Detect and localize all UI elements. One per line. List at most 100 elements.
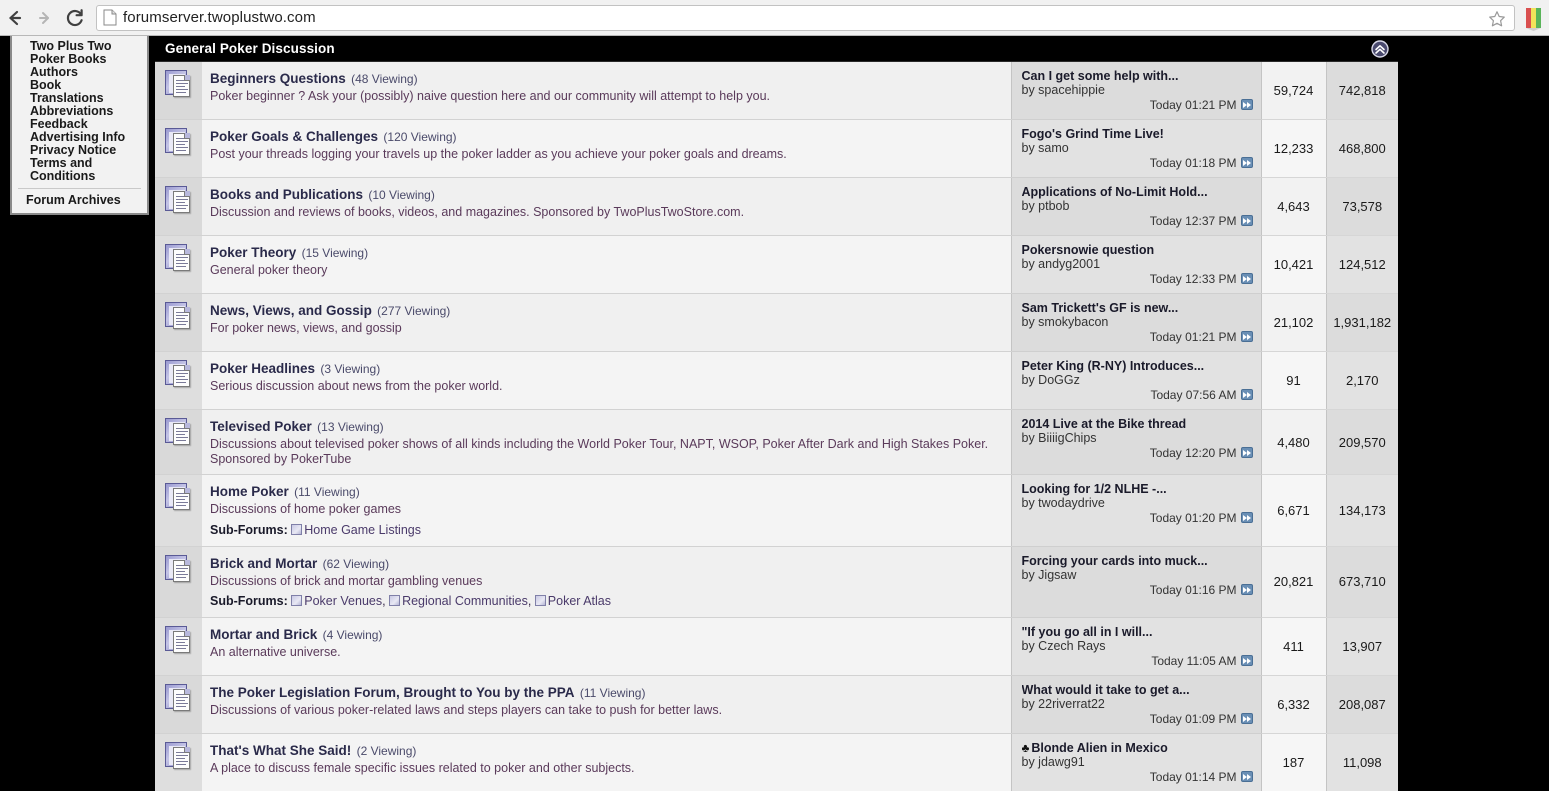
forum-row[interactable]: Mortar and Brick (4 Viewing) An alternati… [155, 617, 1398, 676]
threads-count-cell: 411 [1260, 617, 1326, 676]
posts-count-cell: 124,512 [1325, 235, 1398, 294]
last-post-timestamp: Today 12:37 PM [1149, 214, 1237, 228]
browser-toolbar: forumserver.twoplustwo.com [0, 0, 1549, 36]
threads-count-cell: 4,480 [1260, 409, 1326, 475]
forum-title-link[interactable]: That's What She Said! [210, 743, 351, 758]
subforum-link[interactable]: Poker Atlas [548, 594, 611, 608]
threads-count-cell: 187 [1260, 733, 1326, 791]
forum-icon-cell [155, 409, 202, 475]
forum-title-link[interactable]: Poker Theory [210, 245, 296, 260]
forum-title-link[interactable]: Mortar and Brick [210, 627, 317, 642]
last-post-author[interactable]: by samo [1022, 141, 1253, 155]
forum-title-link[interactable]: Poker Goals & Challenges [210, 129, 378, 144]
forum-row[interactable]: Televised Poker (13 Viewing) Discussions … [155, 409, 1398, 475]
forum-viewing-count: (10 Viewing) [365, 188, 435, 202]
last-post-title-link[interactable]: Blonde Alien in Mexico [1031, 741, 1167, 755]
forum-row[interactable]: Books and Publications (10 Viewing) Discu… [155, 177, 1398, 236]
forum-row[interactable]: Home Poker (11 Viewing) Discussions of ho… [155, 474, 1398, 547]
goto-last-post-icon[interactable] [1240, 771, 1253, 782]
forum-info-cell: Poker Theory (15 Viewing) General poker t… [202, 235, 1011, 294]
forum-row[interactable]: That's What She Said! (2 Viewing) A place… [155, 733, 1398, 791]
forum-title-link[interactable]: News, Views, and Gossip [210, 303, 372, 318]
forum-title-link[interactable]: Brick and Mortar [210, 556, 317, 571]
goto-last-post-icon[interactable] [1240, 447, 1253, 458]
last-post-author[interactable]: by Jigsaw [1022, 568, 1253, 582]
last-post-title-link[interactable]: "If you go all in I will... [1022, 625, 1153, 639]
forum-description: For poker news, views, and gossip [210, 321, 402, 335]
reload-button[interactable] [60, 3, 90, 33]
nav-item-forum-archives[interactable]: Forum Archives [12, 193, 147, 213]
last-post-title-link[interactable]: Fogo's Grind Time Live! [1022, 127, 1164, 141]
subforum-link[interactable]: Regional Communities [402, 594, 528, 608]
forum-title-link[interactable]: Televised Poker [210, 419, 312, 434]
last-post-time-row: Today 01:14 PM [1022, 770, 1253, 784]
forum-description: An alternative universe. [210, 645, 341, 659]
forum-title-link[interactable]: Poker Headlines [210, 361, 315, 376]
goto-last-post-icon[interactable] [1240, 655, 1253, 666]
last-post-title-link[interactable]: Sam Trickett's GF is new... [1022, 301, 1179, 315]
last-post-title-link[interactable]: Forcing your cards into muck... [1022, 554, 1208, 568]
last-post-author[interactable]: by jdawg91 [1022, 755, 1253, 769]
extension-icon[interactable] [1523, 5, 1545, 31]
bookmark-star-icon[interactable] [1488, 10, 1506, 28]
last-post-time-row: Today 01:09 PM [1022, 712, 1253, 726]
forum-title-link[interactable]: Beginners Questions [210, 71, 346, 86]
last-post-cell: "If you go all in I will... by Czech Rays… [1010, 617, 1261, 676]
goto-last-post-icon[interactable] [1240, 389, 1253, 400]
back-arrow-icon [9, 10, 22, 25]
last-post-title-link[interactable]: 2014 Live at the Bike thread [1022, 417, 1187, 431]
threads-count-cell: 20,821 [1260, 546, 1326, 618]
goto-last-post-icon[interactable] [1240, 99, 1253, 110]
goto-last-post-icon[interactable] [1240, 512, 1253, 523]
posts-count-cell: 673,710 [1325, 546, 1398, 618]
last-post-author[interactable]: by andyg2001 [1022, 257, 1253, 271]
forum-row[interactable]: Poker Theory (15 Viewing) General poker t… [155, 235, 1398, 294]
forum-title-line: Poker Goals & Challenges (120 Viewing) [210, 128, 1001, 146]
last-post-title-link[interactable]: Applications of No-Limit Hold... [1022, 185, 1208, 199]
forward-button[interactable] [30, 3, 60, 33]
nav-item-10[interactable]: Conditions [12, 170, 147, 183]
last-post-title-link[interactable]: Pokersnowie question [1022, 243, 1155, 257]
nav-link-list: Two Plus Two Poker Books Authors Book Transl… [12, 40, 147, 183]
forum-row[interactable]: Brick and Mortar (62 Viewing) Discussions… [155, 546, 1398, 618]
collapse-category-button[interactable] [1371, 40, 1389, 58]
back-button[interactable] [0, 3, 30, 33]
threads-count-cell: 6,332 [1260, 675, 1326, 734]
forum-row[interactable]: Poker Headlines (3 Viewing) Serious discu… [155, 351, 1398, 410]
subforum-link[interactable]: Poker Venues [304, 594, 382, 608]
address-bar[interactable]: forumserver.twoplustwo.com [96, 4, 1515, 31]
forum-title-link[interactable]: Home Poker [210, 484, 289, 499]
goto-last-post-icon[interactable] [1240, 583, 1253, 595]
forum-title-link[interactable]: Books and Publications [210, 187, 363, 202]
goto-last-post-icon[interactable] [1240, 157, 1253, 168]
last-post-author[interactable]: by BiiiigChips [1022, 431, 1253, 445]
forum-row[interactable]: Beginners Questions (48 Viewing) Poker be… [155, 62, 1398, 120]
forum-row[interactable]: News, Views, and Gossip (277 Viewing) For… [155, 293, 1398, 352]
forum-row[interactable]: Poker Goals & Challenges (120 Viewing) Po… [155, 119, 1398, 178]
last-post-title-link[interactable]: Peter King (R-NY) Introduces... [1022, 359, 1205, 373]
goto-last-post-icon[interactable] [1240, 331, 1253, 342]
forum-title-link[interactable]: The Poker Legislation Forum, Brought to … [210, 685, 575, 700]
forum-table: Beginners Questions (48 Viewing) Poker be… [155, 62, 1398, 791]
goto-last-post-icon[interactable] [1240, 273, 1253, 284]
last-post-author[interactable]: by DoGGz [1022, 373, 1253, 387]
last-post-author[interactable]: by spacehippie [1022, 83, 1253, 97]
last-post-author[interactable]: by 22riverrat22 [1022, 697, 1253, 711]
last-post-title-link[interactable]: Looking for 1/2 NLHE -... [1022, 482, 1167, 496]
forum-row[interactable]: The Poker Legislation Forum, Brought to … [155, 675, 1398, 734]
threads-count-cell: 12,233 [1260, 119, 1326, 178]
last-post-title-link[interactable]: What would it take to get a... [1022, 683, 1190, 697]
last-post-author[interactable]: by smokybacon [1022, 315, 1253, 329]
last-post-author[interactable]: by Czech Rays [1022, 639, 1253, 653]
goto-last-post-icon[interactable] [1240, 713, 1253, 724]
forum-viewing-count: (11 Viewing) [576, 686, 646, 700]
goto-last-post-icon[interactable] [1240, 215, 1253, 226]
forum-icon-cell [155, 546, 202, 618]
last-post-title-link[interactable]: Can I get some help with... [1022, 69, 1179, 83]
last-post-author[interactable]: by twodaydrive [1022, 496, 1253, 510]
posts-count-cell: 208,087 [1325, 675, 1398, 734]
subforum-link[interactable]: Home Game Listings [304, 523, 421, 537]
last-post-title-line: 2014 Live at the Bike thread [1022, 417, 1253, 431]
last-post-author[interactable]: by ptbob [1022, 199, 1253, 213]
last-post-cell: Looking for 1/2 NLHE -... by twodaydrive T… [1010, 474, 1261, 547]
